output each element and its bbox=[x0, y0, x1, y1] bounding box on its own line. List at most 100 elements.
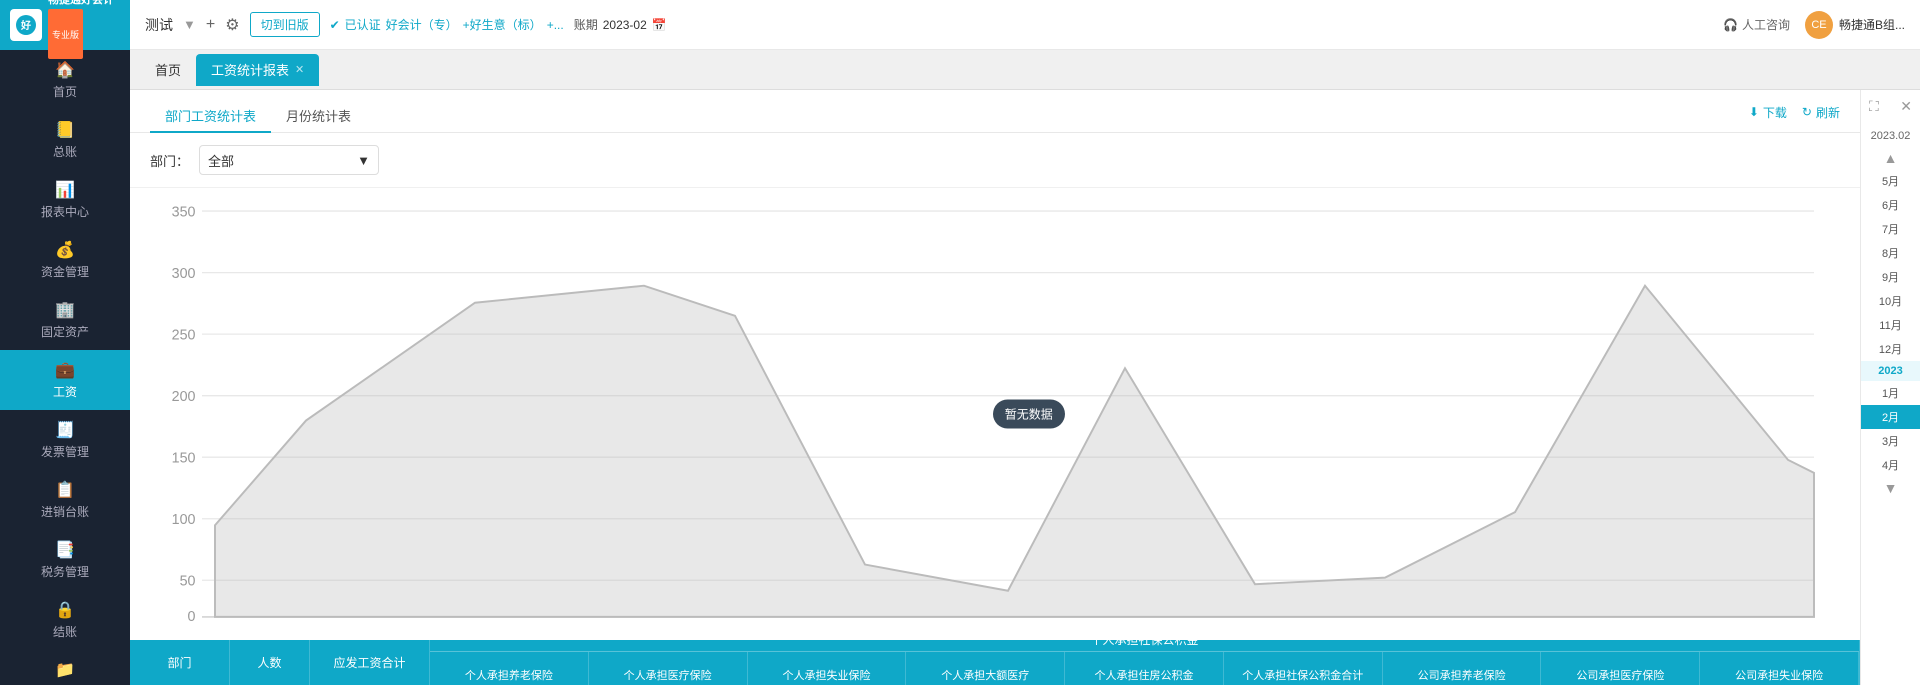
sidebar-item-assets[interactable]: 🏢 固定资产 bbox=[0, 290, 130, 350]
topbar: 测试 ▼ + ⚙ 切到旧版 ✔ 已认证 好会计（专） +好生意（标） +... … bbox=[130, 0, 1920, 50]
sidebar-label-sales: 进销台账 bbox=[41, 503, 89, 520]
svg-text:200: 200 bbox=[172, 389, 196, 405]
month-jan[interactable]: 1月 bbox=[1861, 381, 1920, 405]
month-oct[interactable]: 10月 bbox=[1861, 289, 1920, 313]
content-main: 部门工资统计表 月份统计表 ⬇ 下载 ↻ 刷新 bbox=[130, 90, 1860, 685]
subtab-monthly[interactable]: 月份统计表 bbox=[271, 100, 366, 133]
panel-expand-icon[interactable]: ⛶ bbox=[1869, 98, 1879, 115]
company-dropdown-icon[interactable]: ▼ bbox=[183, 17, 196, 32]
refresh-label: 刷新 bbox=[1816, 104, 1840, 121]
sidebar-item-reports[interactable]: 📊 报表中心 bbox=[0, 170, 130, 230]
year-display: 2023.02 bbox=[1871, 130, 1911, 142]
sidebar-item-payroll[interactable]: 💼 工资 bbox=[0, 350, 130, 410]
tab-payroll-report[interactable]: 工资统计报表 ✕ bbox=[196, 54, 319, 86]
subtab-actions: ⬇ 下载 ↻ 刷新 bbox=[1749, 104, 1840, 129]
company-name: 测试 bbox=[145, 15, 173, 35]
scroll-down-button[interactable]: ▼ bbox=[1881, 477, 1901, 499]
invoice-icon: 🧾 bbox=[55, 420, 75, 440]
calendar-icon[interactable]: 📅 bbox=[652, 18, 667, 32]
subtab-bar: 部门工资统计表 月份统计表 ⬇ 下载 ↻ 刷新 bbox=[130, 90, 1860, 133]
home-icon: 🏠 bbox=[55, 60, 75, 80]
logo-icon: 好 bbox=[10, 9, 42, 41]
user-initials: CE bbox=[1811, 19, 1826, 31]
subtab-monthly-label: 月份统计表 bbox=[286, 109, 351, 124]
month-jun[interactable]: 6月 bbox=[1861, 193, 1920, 217]
th-serious-medical: 个人承担大额医疗 bbox=[906, 652, 1065, 685]
panel-close-icon[interactable]: ✕ bbox=[1900, 98, 1912, 115]
period-value: 2023-02 bbox=[603, 18, 647, 32]
sidebar-label-tax: 税务管理 bbox=[41, 563, 89, 580]
user-name: 畅捷通B组... bbox=[1839, 16, 1905, 33]
settings-gear-icon[interactable]: ⚙ bbox=[225, 15, 239, 35]
download-button[interactable]: ⬇ 下载 bbox=[1749, 104, 1787, 121]
assets-icon: 🏢 bbox=[55, 300, 75, 320]
sidebar-item-funds[interactable]: 💰 资金管理 bbox=[0, 230, 130, 290]
tab-home-label: 首页 bbox=[155, 60, 181, 79]
month-dec[interactable]: 12月 bbox=[1861, 337, 1920, 361]
sidebar-item-home[interactable]: 🏠 首页 bbox=[0, 50, 130, 110]
dropdown-arrow-icon: ▼ bbox=[357, 153, 370, 168]
status1-label: 好会计（专） bbox=[386, 16, 458, 33]
add-button[interactable]: + bbox=[206, 16, 215, 34]
user-avatar: CE bbox=[1805, 11, 1833, 39]
switch-version-button[interactable]: 切到旧版 bbox=[250, 12, 320, 37]
sidebar-item-archive[interactable]: 📁 归档管理 bbox=[0, 650, 130, 685]
tab-home[interactable]: 首页 bbox=[140, 54, 196, 86]
chart-tooltip: 暂无数据 bbox=[993, 400, 1065, 429]
refresh-icon: ↻ bbox=[1802, 105, 1812, 119]
tab-close-icon[interactable]: ✕ bbox=[295, 63, 304, 76]
subtab-list: 部门工资统计表 月份统计表 bbox=[150, 100, 366, 132]
scroll-up-button[interactable]: ▲ bbox=[1881, 147, 1901, 169]
help-button[interactable]: 🎧 人工咨询 bbox=[1723, 16, 1790, 33]
certified-label: 已认证 bbox=[345, 16, 381, 33]
month-may[interactable]: 5月 bbox=[1861, 169, 1920, 193]
main-area: 测试 ▼ + ⚙ 切到旧版 ✔ 已认证 好会计（专） +好生意（标） +... … bbox=[130, 0, 1920, 685]
certification-status: ✔ 已认证 好会计（专） +好生意（标） +... 账期 2023-02 📅 bbox=[330, 16, 667, 33]
year-2023-header: 2023 bbox=[1861, 361, 1920, 381]
chart-container: 350 300 250 200 150 100 50 0 暂无数据 bbox=[150, 198, 1840, 630]
sidebar-item-invoice[interactable]: 🧾 发票管理 bbox=[0, 410, 130, 470]
subtab-dept[interactable]: 部门工资统计表 bbox=[150, 100, 271, 133]
download-icon: ⬇ bbox=[1749, 105, 1759, 119]
svg-text:150: 150 bbox=[172, 450, 196, 466]
sidebar-label-reports: 报表中心 bbox=[41, 203, 89, 220]
month-mar[interactable]: 3月 bbox=[1861, 429, 1920, 453]
month-aug[interactable]: 8月 bbox=[1861, 241, 1920, 265]
tax-icon: 📑 bbox=[55, 540, 75, 560]
svg-text:300: 300 bbox=[172, 266, 196, 282]
dept-filter-label: 部门： bbox=[150, 151, 189, 170]
check-icon: ✔ bbox=[330, 18, 340, 32]
th-dept: 部门 bbox=[130, 640, 230, 685]
right-panel: ✕ ⛶ 2023.02 ▲ 5月 6月 7月 8月 9月 10月 11月 12月… bbox=[1860, 90, 1920, 685]
sidebar-item-sales[interactable]: 📋 进销台账 bbox=[0, 470, 130, 530]
help-label: 人工咨询 bbox=[1742, 16, 1790, 33]
funds-icon: 💰 bbox=[55, 240, 75, 260]
content-area: 部门工资统计表 月份统计表 ⬇ 下载 ↻ 刷新 bbox=[130, 90, 1920, 685]
month-jul[interactable]: 7月 bbox=[1861, 217, 1920, 241]
th-housing-fund: 个人承担住房公积金 bbox=[1065, 652, 1224, 685]
sidebar-item-tax[interactable]: 📑 税务管理 bbox=[0, 530, 130, 590]
month-nov[interactable]: 11月 bbox=[1861, 313, 1920, 337]
sidebar-label-invoice: 发票管理 bbox=[41, 443, 89, 460]
sales-icon: 📋 bbox=[55, 480, 75, 500]
th-company-pension: 公司承担养老保险 bbox=[1383, 652, 1542, 685]
app-name: 畅捷通好会计 bbox=[48, 0, 114, 7]
dept-filter-select[interactable]: 全部 ▼ bbox=[199, 145, 379, 175]
user-menu[interactable]: CE 畅捷通B组... bbox=[1805, 11, 1905, 39]
svg-text:50: 50 bbox=[180, 573, 196, 589]
close-period-icon: 🔒 bbox=[55, 600, 75, 620]
month-feb[interactable]: 2月 bbox=[1861, 405, 1920, 429]
month-apr[interactable]: 4月 bbox=[1861, 453, 1920, 477]
refresh-button[interactable]: ↻ 刷新 bbox=[1802, 104, 1840, 121]
subtab-dept-label: 部门工资统计表 bbox=[165, 109, 256, 124]
svg-text:250: 250 bbox=[172, 327, 196, 343]
svg-text:100: 100 bbox=[172, 512, 196, 528]
month-sep[interactable]: 9月 bbox=[1861, 265, 1920, 289]
sidebar-item-ledger[interactable]: 📒 总账 bbox=[0, 110, 130, 170]
svg-text:好: 好 bbox=[20, 19, 31, 32]
table-header: 部门 人数 应发工资合计 个人承担社保公积金 个人承担养老保险 个人承担医疗保险… bbox=[130, 640, 1860, 685]
dept-filter-value: 全部 bbox=[208, 151, 234, 170]
th-company-unemployment: 公司承担失业保险 bbox=[1700, 652, 1859, 685]
sidebar-item-close[interactable]: 🔒 结账 bbox=[0, 590, 130, 650]
th-medical: 个人承担医疗保险 bbox=[589, 652, 748, 685]
